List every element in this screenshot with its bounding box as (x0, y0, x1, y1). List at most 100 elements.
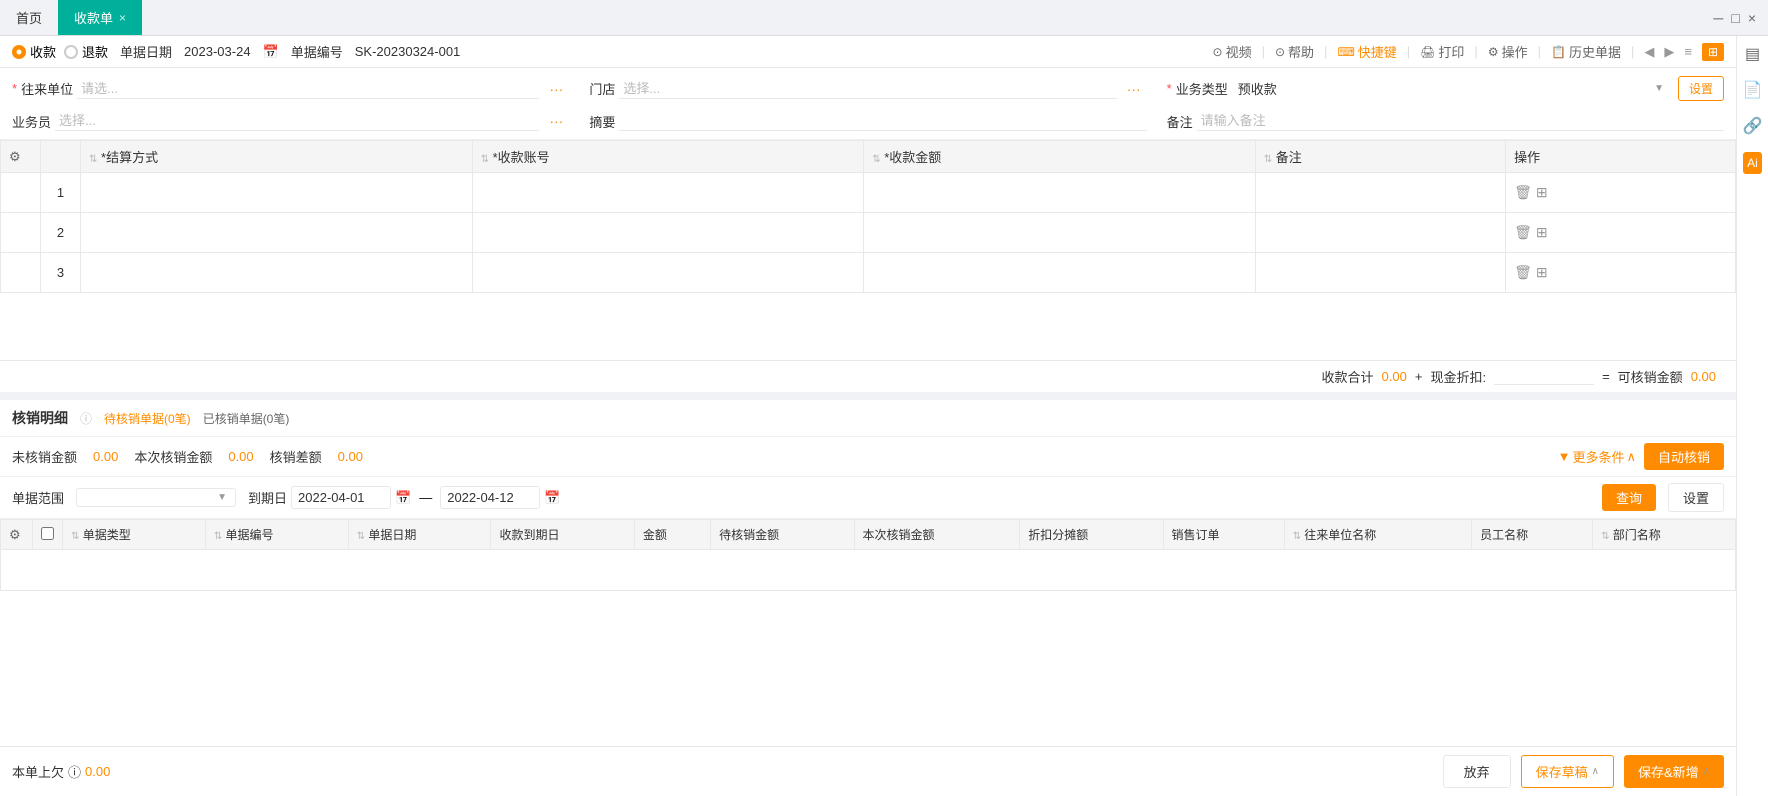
list-icon[interactable]: ≡ (1684, 44, 1692, 59)
row-account-2[interactable] (472, 213, 864, 253)
col-type: ⇅ 单据类型 (63, 520, 206, 550)
row-check-2 (1, 213, 41, 253)
hexiao-info-icon[interactable]: ⓘ (80, 410, 92, 427)
sum-equals: = (1602, 369, 1610, 384)
copy-icon-1[interactable]: ⊞ (1536, 184, 1548, 201)
row-settlement-2[interactable] (81, 213, 473, 253)
row-settlement-1[interactable] (81, 173, 473, 213)
tab-home[interactable]: 首页 (0, 0, 58, 35)
calendar-icon[interactable]: 📅 (263, 44, 279, 60)
staff-input[interactable] (55, 111, 539, 131)
hexiao-tab2[interactable]: 已核销单据(0笔) (203, 410, 290, 427)
row-amount-1[interactable] (864, 173, 1256, 213)
table-header-remark: ⇅ 备注 (1255, 141, 1505, 173)
table-header-settings: ⚙ (1, 141, 41, 173)
row-remark-3[interactable] (1255, 253, 1505, 293)
bottom-table-settings-icon[interactable]: ⚙ (9, 527, 21, 542)
store-input[interactable] (619, 79, 1116, 99)
form-section: * 往来单位 ··· 门店 ··· * 业务类型 预收款 ▼ 设置 业务员 (0, 68, 1736, 140)
date-label: 单据日期 (120, 42, 172, 61)
tab-close-icon[interactable]: × (119, 11, 126, 25)
radio-refund[interactable]: 退款 (64, 42, 108, 61)
discount-input[interactable] (1494, 369, 1594, 385)
date-label: 到期日 (248, 488, 287, 507)
store-more-btn[interactable]: ··· (1121, 81, 1147, 97)
query-btn[interactable]: 查询 (1602, 484, 1656, 511)
right-sidebar: ▤ 📄 🔗 Ai (1736, 36, 1768, 796)
draft-btn[interactable]: 保存草稿 ∧ (1521, 755, 1614, 788)
auto-hexiao-btn[interactable]: 自动核销 (1644, 443, 1724, 470)
hexiao-tab1[interactable]: 待核销单据(0笔) (104, 410, 191, 427)
minimize-button[interactable]: ─ (1713, 10, 1723, 26)
window-controls: ─ □ × (1713, 10, 1768, 26)
partner-more-btn[interactable]: ··· (543, 81, 569, 97)
nav-left-icon[interactable]: ◀ (1644, 44, 1654, 60)
close-button[interactable]: × (1748, 10, 1756, 26)
unchecked-value: 0.00 (93, 449, 118, 464)
row-remark-1[interactable] (1255, 173, 1505, 213)
settings-button[interactable]: 设置 (1678, 76, 1724, 101)
store-field: 门店 ··· (589, 79, 1146, 99)
row-num-1: 1 (41, 173, 81, 213)
row-settlement-3[interactable] (81, 253, 473, 293)
copy-icon-3[interactable]: ⊞ (1536, 264, 1548, 281)
data-table-section: ⚙ ⇅ *结算方式 ⇅ *收款账号 ⇅ *收款金额 ⇅ 备注 操 (0, 140, 1736, 360)
maximize-button[interactable]: □ (1731, 10, 1739, 26)
operation-btn[interactable]: ⚙ 操作 (1488, 42, 1528, 61)
history-btn[interactable]: 📋 历史单据 (1551, 42, 1621, 61)
more-conditions-btn[interactable]: ▼ 更多条件 ∧ (1558, 447, 1636, 466)
delete-icon-1[interactable]: 🗑 (1514, 184, 1532, 201)
partner-field: * 往来单位 ··· (12, 79, 569, 99)
business-type-label: 业务类型 (1176, 79, 1228, 98)
current-label: 本次核销金额 (134, 447, 212, 466)
discard-btn[interactable]: 放弃 (1443, 755, 1511, 788)
cal-icon-from[interactable]: 📅 (395, 490, 411, 506)
video-btn[interactable]: ⊙ 视频 (1213, 42, 1252, 61)
copy-icon-2[interactable]: ⊞ (1536, 224, 1548, 241)
row-account-1[interactable] (472, 173, 864, 213)
partner-input[interactable] (77, 79, 539, 99)
radio-unchecked-icon (64, 45, 78, 59)
remark-input[interactable] (1197, 111, 1724, 131)
row-check-1 (1, 173, 41, 213)
row-amount-2[interactable] (864, 213, 1256, 253)
sum-row: 收款合计 0.00 + 现金折扣: = 可核销金额 0.00 (0, 360, 1736, 392)
row-action-1: 🗑 ⊞ (1506, 173, 1736, 213)
table-settings-btn[interactable]: 设置 (1668, 483, 1724, 512)
table-settings-icon[interactable]: ⚙ (9, 149, 21, 164)
select-all-checkbox[interactable] (41, 527, 54, 540)
save-label: 保存&新增 (1638, 762, 1699, 781)
help-btn[interactable]: ⊙ 帮助 (1275, 42, 1314, 61)
delete-icon-2[interactable]: 🗑 (1514, 224, 1532, 241)
row-action-2: 🗑 ⊞ (1506, 213, 1736, 253)
range-select[interactable]: ▼ (76, 488, 236, 507)
summary-input[interactable] (619, 111, 1146, 131)
sidebar-ai-icon[interactable]: Ai (1743, 152, 1762, 174)
table-row: 3 🗑 ⊞ (1, 253, 1736, 293)
sidebar-link-icon[interactable]: 🔗 (1743, 116, 1763, 136)
staff-label: 业务员 (12, 112, 51, 131)
expand-icon[interactable]: ⊞ (1702, 43, 1724, 61)
row-amount-3[interactable] (864, 253, 1256, 293)
save-btn[interactable]: 保存&新增 ∧ (1624, 755, 1724, 788)
date-to-input[interactable] (440, 486, 540, 509)
tab-active[interactable]: 收款单 × (58, 0, 142, 35)
cal-icon-to[interactable]: 📅 (544, 490, 560, 506)
sum-value3: 0.00 (1691, 369, 1716, 384)
table-row: 2 🗑 ⊞ (1, 213, 1736, 253)
sidebar-table-icon[interactable]: ▤ (1745, 44, 1760, 64)
business-type-chevron[interactable]: ▼ (1654, 83, 1664, 94)
staff-more-btn[interactable]: ··· (543, 113, 569, 129)
row-remark-2[interactable] (1255, 213, 1505, 253)
shortcut-btn[interactable]: ⌨ 快捷键 (1337, 42, 1396, 61)
row-account-3[interactable] (472, 253, 864, 293)
sidebar-doc-icon[interactable]: 📄 (1743, 80, 1763, 100)
col-settlement-label: *结算方式 (101, 150, 158, 165)
print-btn[interactable]: 🖨 打印 (1420, 42, 1464, 61)
delete-icon-3[interactable]: 🗑 (1514, 264, 1532, 281)
date-from-input[interactable] (291, 486, 391, 509)
table-header-account: ⇅ *收款账号 (472, 141, 864, 173)
radio-receive[interactable]: 收款 (12, 42, 56, 61)
col-account-label: *收款账号 (493, 150, 550, 165)
nav-right-icon[interactable]: ▶ (1664, 44, 1674, 60)
